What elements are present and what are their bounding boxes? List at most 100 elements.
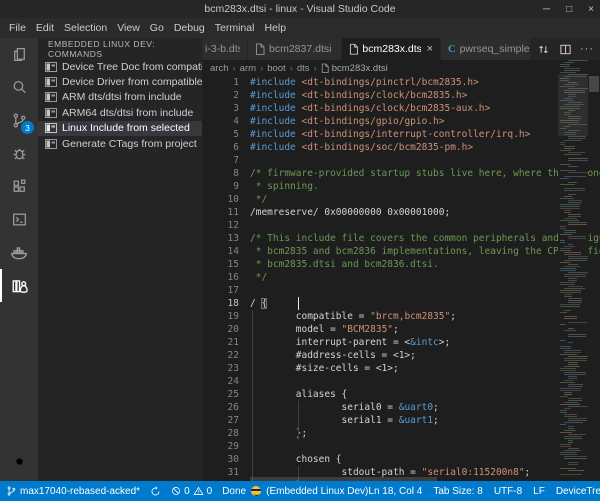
breadcrumb-arch[interactable]: arch [210,63,228,74]
code-line[interactable]: 3 #include <dt-bindings/clock/bcm2835-aux… [202,102,600,115]
code-line[interactable]: 2 #include <dt-bindings/clock/bcm2835.h> [202,89,600,102]
cursor-position-status[interactable]: Ln 18, Col 4 [368,486,422,497]
code-line[interactable]: 11/memreserve/ 0x00000000 0x00001000; [202,206,600,219]
line-number: 5 [233,129,239,140]
settings-gear-icon[interactable] [0,446,38,476]
code-line[interactable]: 18 / { [202,297,600,310]
encoding-status[interactable]: UTF-8 [494,486,522,497]
breadcrumb-arm[interactable]: arm [240,63,256,74]
minimize-button[interactable]: ─ [543,4,550,15]
sync-arrows-icon[interactable] [534,40,552,58]
language-mode-status[interactable]: DeviceTree [556,486,600,497]
command-icon [45,107,57,118]
line-number: 21 [227,337,239,348]
tab-size-status[interactable]: Tab Size: 8 [433,486,482,497]
menu-go[interactable]: Go [145,22,169,34]
code-line[interactable]: 15 * bcm2835.dtsi and bcm2836.dtsi. [202,258,600,271]
menu-help[interactable]: Help [259,22,291,34]
menu-edit[interactable]: Edit [31,22,59,34]
code-line[interactable]: 27 serial1 = &uart1; [202,414,600,427]
menu-debug[interactable]: Debug [169,22,210,34]
code-line[interactable]: 8 /* firmware-provided startup stubs live… [202,167,600,180]
command-label: Device Driver from compatible [62,76,202,89]
code-text: / { [250,298,268,309]
code-line[interactable]: 26 serial0 = &uart0; [202,401,600,414]
line-number: 7 [233,155,239,166]
code-line[interactable]: 6 #include <dt-bindings/soc/bcm2835-pm.h> [202,141,600,154]
vertical-scrollbar[interactable] [588,60,600,481]
text-cursor [298,297,299,310]
tab-bcm283x-dtsi[interactable]: bcm283x.dtsi × [342,38,441,60]
code-line[interactable]: 28 }; [202,427,600,440]
code-line[interactable]: 24 [202,375,600,388]
code-line[interactable]: 25 aliases { [202,388,600,401]
error-icon [172,487,181,495]
code-line[interactable]: 23 #size-cells = <1>; [202,362,600,375]
code-line[interactable]: 10 */ [202,193,600,206]
search-icon[interactable] [0,71,38,104]
code-editor[interactable]: 1 #include <dt-bindings/pinctrl/bcm2835.h… [202,76,600,481]
line-number: 15 [227,259,239,270]
code-line[interactable]: 21 interrupt-parent = <&intc>; [202,336,600,349]
sync-status[interactable] [150,485,161,497]
breadcrumb-file[interactable]: bcm283x.dtsi [321,63,388,74]
code-text: #address-cells = <1>; [250,350,416,361]
extensions-icon[interactable] [0,170,38,203]
code-line[interactable]: 14 * bcm2835 and bcm2836 implementations… [202,245,600,258]
code-line[interactable]: 20 model = "BCM2835"; [202,323,600,336]
code-line[interactable]: 13 /* This include file covers the common… [202,232,600,245]
git-branch-status[interactable]: max17040-rebased-acked* [6,485,140,497]
task-status[interactable]: Done (Embedded Linux Dev) [222,486,368,497]
scrollbar-thumb[interactable] [589,76,599,92]
code-line[interactable]: 4 #include <dt-bindings/gpio/gpio.h> [202,115,600,128]
line-number: 14 [227,246,239,257]
tab-close-icon[interactable]: × [427,43,433,55]
menu-terminal[interactable]: Terminal [210,22,260,34]
code-line[interactable]: 17 [202,284,600,297]
sidebar-item-linux-include-selected[interactable]: Linux Include from selected [38,120,202,136]
sidebar-item-arm64-dts[interactable]: ARM64 dts/dtsi from include [38,105,202,120]
source-control-icon[interactable]: 3 [0,104,38,137]
terminal-icon[interactable] [0,203,38,236]
code-text: * bcm2835 and bcm2836 implementations, l… [255,246,600,257]
code-line[interactable]: 7 [202,154,600,167]
tab-bar: i-3-b.dts bcm2837.dtsi bcm283x.dtsi × C … [202,38,600,60]
code-line[interactable]: 5 #include <dt-bindings/interrupt-control… [202,128,600,141]
sidebar-item-generate-ctags[interactable]: Generate CTags from project [38,136,202,151]
menu-view[interactable]: View [112,22,145,34]
close-button[interactable]: × [588,4,594,15]
maximize-button[interactable]: □ [566,4,572,15]
embedded-linux-dev-icon[interactable] [0,269,38,302]
code-line[interactable]: 19 compatible = "brcm,bcm2835"; [202,310,600,323]
breadcrumb-boot[interactable]: boot [267,63,286,74]
minimap-viewport[interactable] [558,74,588,136]
code-line[interactable]: 22 #address-cells = <1>; [202,349,600,362]
minimap[interactable] [558,60,588,481]
eol-status[interactable]: LF [533,486,545,497]
code-line[interactable]: 9 * spinning. [202,180,600,193]
code-text: */ [250,272,268,283]
breadcrumb-dts[interactable]: dts [297,63,310,74]
code-line[interactable]: 29 [202,440,600,453]
code-text: serial1 = &uart1; [250,415,439,426]
sidebar-item-device-driver[interactable]: Device Driver from compatible [38,74,202,89]
code-lines: 1 #include <dt-bindings/pinctrl/bcm2835.h… [202,76,600,481]
debug-icon[interactable] [0,137,38,170]
docker-icon[interactable] [0,236,38,269]
menu-selection[interactable]: Selection [59,22,112,34]
code-line[interactable]: 16 */ [202,271,600,284]
split-editor-icon[interactable] [556,40,574,58]
sidebar-item-device-tree-doc[interactable]: Device Tree Doc from compatible [38,59,202,74]
code-line[interactable]: 30 chosen { [202,453,600,466]
code-line[interactable]: 1 #include <dt-bindings/pinctrl/bcm2835.h… [202,76,600,89]
problems-status[interactable]: 0 0 [171,486,212,497]
sidebar-item-arm-dts[interactable]: ARM dts/dtsi from include [38,90,202,105]
menu-file[interactable]: File [4,22,31,34]
tab-rpi-3-b-dts[interactable]: i-3-b.dts [202,38,248,60]
more-actions-icon[interactable]: ··· [578,40,596,58]
tab-bcm2837-dtsi[interactable]: bcm2837.dtsi [248,38,342,60]
code-line[interactable]: 12 [202,219,600,232]
editor-group: i-3-b.dts bcm2837.dtsi bcm283x.dtsi × C … [202,38,600,481]
command-label: Device Tree Doc from compatible [62,60,202,73]
explorer-icon[interactable] [0,38,38,71]
